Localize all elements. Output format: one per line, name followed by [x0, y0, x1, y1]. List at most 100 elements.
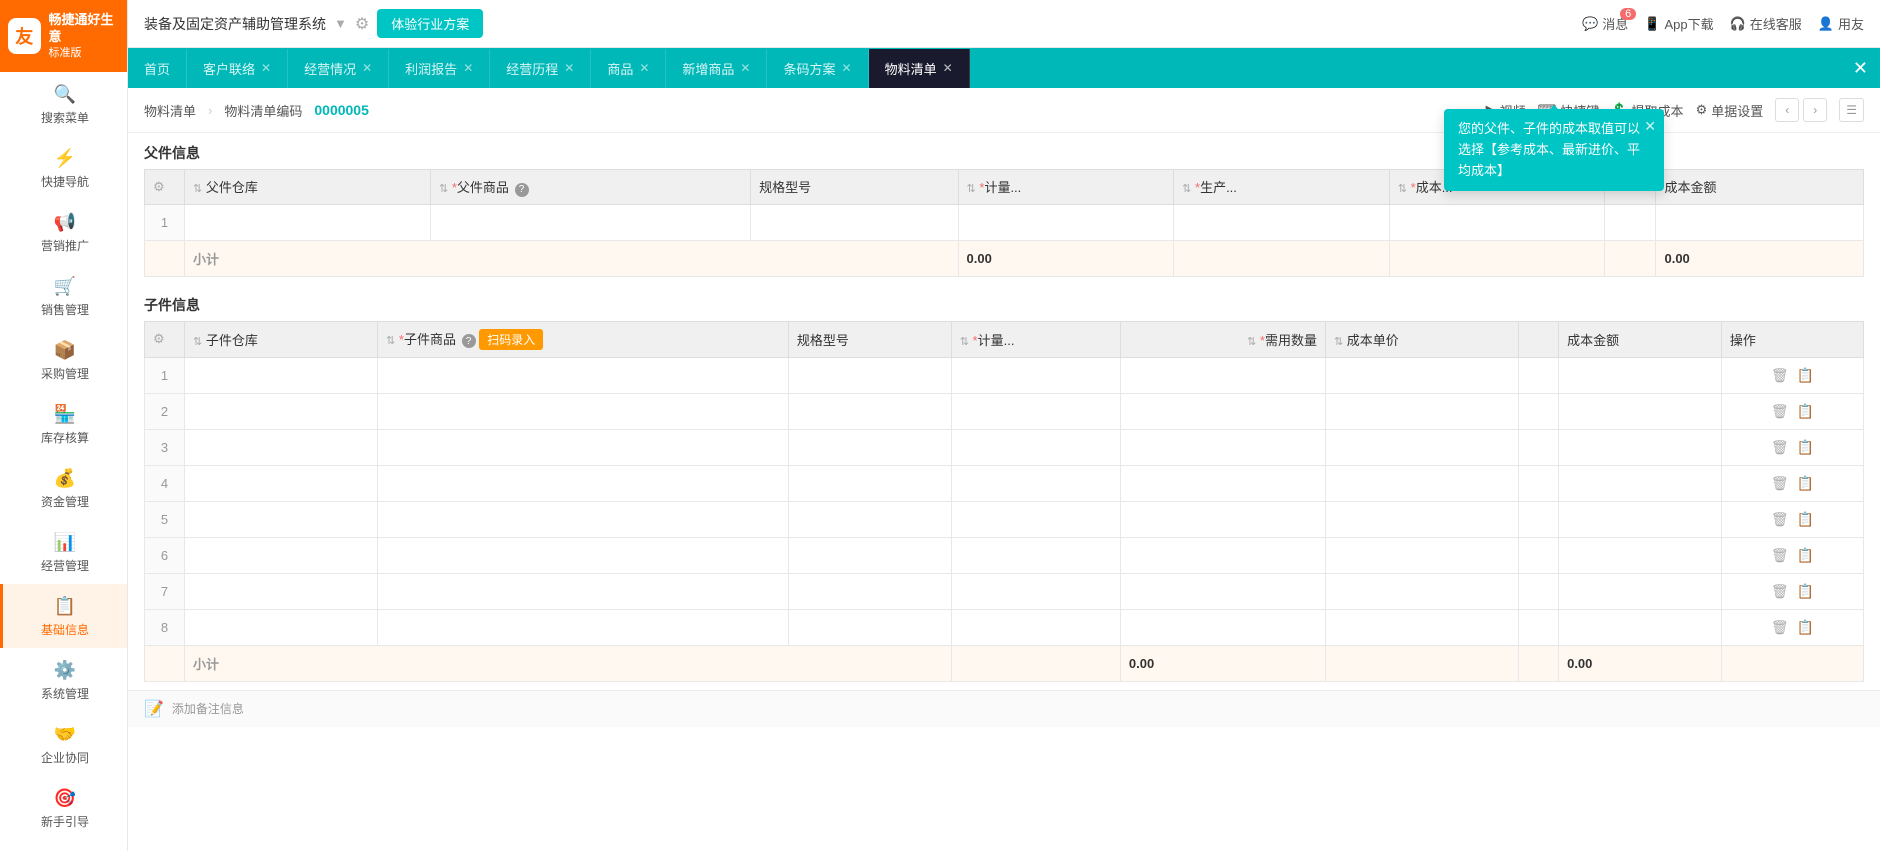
child-qty-7[interactable]	[1120, 573, 1325, 609]
close-ops-status-tab[interactable]: ✕	[362, 61, 372, 75]
child-qty-4[interactable]	[1120, 465, 1325, 501]
child-unit-1[interactable]	[951, 357, 1120, 393]
close-goods-tab[interactable]: ✕	[639, 61, 649, 75]
breadcrumb-bom[interactable]: 物料清单	[144, 101, 196, 120]
scan-btn[interactable]: 扫码录入	[479, 329, 543, 350]
child-spec-7[interactable]	[788, 573, 951, 609]
copy-row-6-btn[interactable]: 📋	[1797, 547, 1814, 564]
child-gear-col-icon[interactable]: ⚙	[153, 331, 165, 346]
child-unit-cost-1[interactable]	[1325, 357, 1518, 393]
child-unit-cost-6[interactable]	[1325, 537, 1518, 573]
sidebar-item-marketing[interactable]: 📢 营销推广	[0, 200, 127, 264]
sort-icon[interactable]: ⇅	[193, 183, 202, 195]
child-spec-2[interactable]	[788, 393, 951, 429]
delete-row-2-btn[interactable]: 🗑	[1771, 403, 1789, 420]
tab-bom[interactable]: 物料清单 ✕	[869, 49, 970, 88]
child-spec-1[interactable]	[788, 357, 951, 393]
sort-icon-2[interactable]: ⇅	[439, 183, 448, 195]
child-product-7[interactable]	[378, 573, 789, 609]
child-qty-1[interactable]	[1120, 357, 1325, 393]
sidebar-item-basic[interactable]: 📋 基础信息	[0, 584, 127, 648]
tab-barcode[interactable]: 条码方案 ✕	[767, 49, 868, 88]
child-sort-icon-3[interactable]: ⇅	[960, 336, 969, 348]
tab-goods[interactable]: 商品 ✕	[591, 49, 666, 88]
close-profit-tab[interactable]: ✕	[463, 61, 473, 75]
copy-row-5-btn[interactable]: 📋	[1797, 511, 1814, 528]
product-help-icon[interactable]: ?	[515, 183, 529, 197]
copy-row-4-btn[interactable]: 📋	[1797, 475, 1814, 492]
child-qty-8[interactable]	[1120, 609, 1325, 645]
list-view-btn[interactable]: ☰	[1839, 98, 1864, 122]
sidebar-item-inventory[interactable]: 🏪 库存核算	[0, 392, 127, 456]
tab-ops-status[interactable]: 经营情况 ✕	[288, 49, 389, 88]
copy-row-7-btn[interactable]: 📋	[1797, 583, 1814, 600]
child-product-3[interactable]	[378, 429, 789, 465]
tab-new-goods[interactable]: 新增商品 ✕	[666, 49, 767, 88]
message-item[interactable]: 💬 消息 6	[1582, 14, 1628, 33]
child-product-4[interactable]	[378, 465, 789, 501]
tab-profit[interactable]: 利润报告 ✕	[389, 49, 490, 88]
child-warehouse-3[interactable]	[185, 429, 378, 465]
delete-row-8-btn[interactable]: 🗑	[1771, 619, 1789, 636]
child-unit-cost-3[interactable]	[1325, 429, 1518, 465]
child-spec-6[interactable]	[788, 537, 951, 573]
child-warehouse-8[interactable]	[185, 609, 378, 645]
user-item[interactable]: 👤 用友	[1818, 14, 1864, 33]
next-record-btn[interactable]: ›	[1803, 98, 1827, 122]
close-ops-history-tab[interactable]: ✕	[564, 61, 574, 75]
sidebar-item-sales[interactable]: 🛒 销售管理	[0, 264, 127, 328]
delete-row-3-btn[interactable]: 🗑	[1771, 439, 1789, 456]
close-new-goods-tab[interactable]: ✕	[740, 61, 750, 75]
delete-row-6-btn[interactable]: 🗑	[1771, 547, 1789, 564]
gear-col-icon[interactable]: ⚙	[153, 179, 165, 194]
child-unit-cost-4[interactable]	[1325, 465, 1518, 501]
sidebar-item-ops[interactable]: 📊 经营管理	[0, 520, 127, 584]
child-warehouse-7[interactable]	[185, 573, 378, 609]
child-product-help-icon[interactable]: ?	[462, 334, 476, 348]
close-barcode-tab[interactable]: ✕	[842, 61, 852, 75]
delete-row-4-btn[interactable]: 🗑	[1771, 475, 1789, 492]
copy-row-8-btn[interactable]: 📋	[1797, 619, 1814, 636]
child-unit-5[interactable]	[951, 501, 1120, 537]
child-unit-7[interactable]	[951, 573, 1120, 609]
child-spec-8[interactable]	[788, 609, 951, 645]
settings-icon[interactable]: ⚙	[355, 14, 369, 34]
child-product-2[interactable]	[378, 393, 789, 429]
delete-row-5-btn[interactable]: 🗑	[1771, 511, 1789, 528]
child-sort-icon-1[interactable]: ⇅	[193, 336, 202, 348]
child-qty-2[interactable]	[1120, 393, 1325, 429]
prev-record-btn[interactable]: ‹	[1775, 98, 1799, 122]
child-warehouse-1[interactable]	[185, 357, 378, 393]
child-warehouse-2[interactable]	[185, 393, 378, 429]
app-download-item[interactable]: 📱 App下载	[1644, 14, 1713, 33]
close-all-tabs-icon[interactable]: ✕	[1849, 54, 1872, 83]
child-spec-3[interactable]	[788, 429, 951, 465]
child-unit-cost-8[interactable]	[1325, 609, 1518, 645]
sidebar-item-search[interactable]: 🔍 搜索菜单	[0, 72, 127, 136]
sort-icon-5[interactable]: ⇅	[1398, 183, 1407, 195]
child-unit-4[interactable]	[951, 465, 1120, 501]
child-qty-3[interactable]	[1120, 429, 1325, 465]
copy-row-3-btn[interactable]: 📋	[1797, 439, 1814, 456]
sidebar-header[interactable]: 友 畅捷通好生意 标准版	[0, 0, 127, 72]
delete-row-1-btn[interactable]: 🗑	[1771, 367, 1789, 384]
child-product-8[interactable]	[378, 609, 789, 645]
online-service-item[interactable]: 🎧 在线客服	[1730, 14, 1802, 33]
child-unit-8[interactable]	[951, 609, 1120, 645]
child-unit-2[interactable]	[951, 393, 1120, 429]
child-spec-5[interactable]	[788, 501, 951, 537]
child-unit-cost-7[interactable]	[1325, 573, 1518, 609]
child-qty-5[interactable]	[1120, 501, 1325, 537]
sidebar-item-purchase[interactable]: 📦 采购管理	[0, 328, 127, 392]
sidebar-item-system[interactable]: ⚙️ 系统管理	[0, 648, 127, 712]
close-bom-tab[interactable]: ✕	[943, 61, 953, 75]
parent-warehouse-1[interactable]	[185, 204, 431, 240]
sort-icon-3[interactable]: ⇅	[967, 183, 976, 195]
child-unit-cost-5[interactable]	[1325, 501, 1518, 537]
copy-row-1-btn[interactable]: 📋	[1797, 367, 1814, 384]
trial-btn[interactable]: 体验行业方案	[377, 9, 483, 38]
tab-ops-history[interactable]: 经营历程 ✕	[490, 49, 591, 88]
sidebar-item-guide[interactable]: 🎯 新手引导	[0, 776, 127, 840]
sidebar-item-quick-nav[interactable]: ⚡ 快捷导航	[0, 136, 127, 200]
child-warehouse-6[interactable]	[185, 537, 378, 573]
